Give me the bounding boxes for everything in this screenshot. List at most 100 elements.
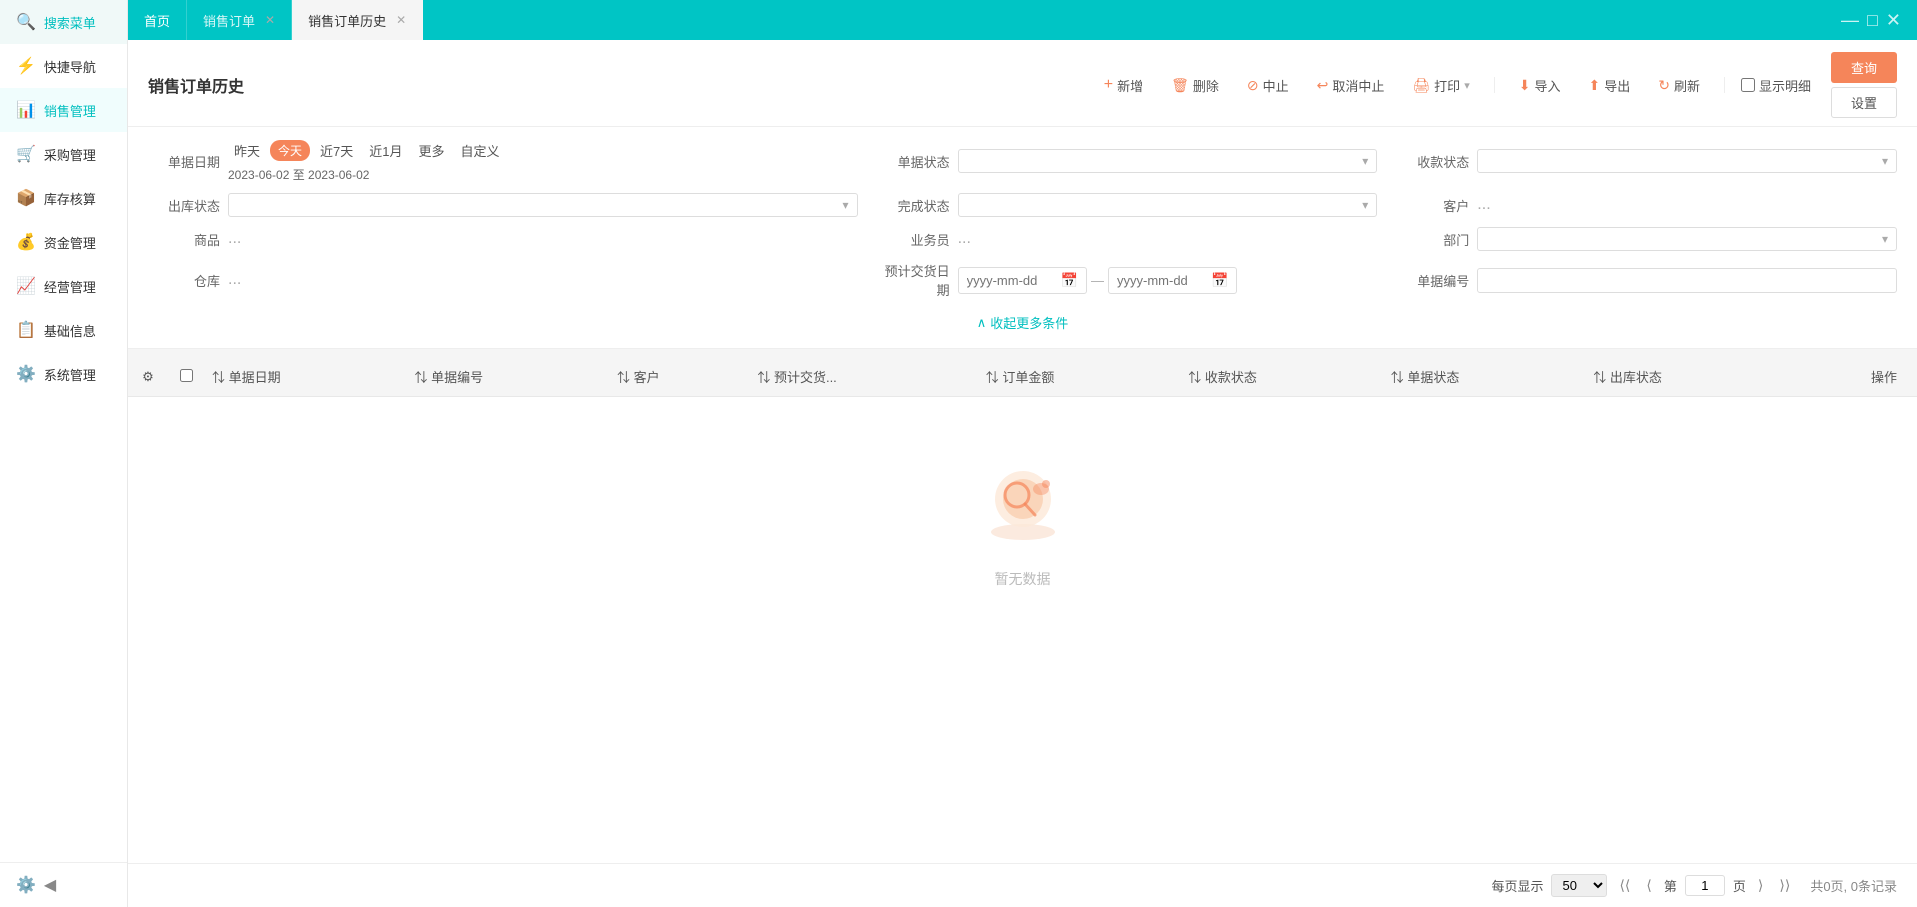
filter-row-4: 仓库 ... 预计交货日期 📅 — 📅 (148, 261, 1897, 299)
sidebar-item-operations[interactable]: 📈 经营管理 (0, 264, 127, 308)
sidebar-item-basic[interactable]: 📋 基础信息 (0, 308, 127, 352)
delete-button[interactable]: 🗑 删除 (1163, 72, 1227, 99)
page-number-input[interactable] (1685, 875, 1725, 896)
maximize-icon[interactable]: □ (1867, 10, 1878, 31)
customer-picker[interactable]: ... (1477, 196, 1490, 214)
query-button[interactable]: 查询 (1831, 52, 1897, 83)
main-area: 首页 销售订单 ✕ 销售订单历史 ✕ — □ ✕ 销售订单历史 + 新增 (128, 0, 1917, 907)
first-page-btn[interactable]: ⟨⟨ (1615, 875, 1634, 896)
data-table: ⚙ ⇅ 单据日期 ⇅ 单据编号 ⇅ 客户 ⇅ 预计交货... ⇅ 订单金额 ⇅ … (128, 357, 1917, 397)
cal-end-icon[interactable]: 📅 (1211, 272, 1228, 289)
table-wrap: ⚙ ⇅ 单据日期 ⇅ 单据编号 ⇅ 客户 ⇅ 预计交货... ⇅ 订单金额 ⇅ … (128, 357, 1917, 863)
sidebar-item-inventory[interactable]: 📦 库存核算 (0, 176, 127, 220)
date-today[interactable]: 今天 (270, 140, 310, 161)
delivery-date-field: 📅 — 📅 (958, 267, 1378, 294)
sidebar-item-quicknav[interactable]: ⚡ 快捷导航 (0, 44, 127, 88)
th-delivery[interactable]: ⇅ 预计交货... (749, 357, 977, 397)
date-range-options: 昨天 今天 近7天 近1月 更多 自定义 (228, 139, 506, 162)
new-label: 新增 (1117, 76, 1143, 95)
settings-bottom-icon[interactable]: ⚙️ (16, 875, 36, 895)
new-icon: + (1104, 76, 1113, 94)
date-custom[interactable]: 自定义 (455, 139, 506, 162)
date-yesterday[interactable]: 昨天 (228, 139, 266, 162)
order-no-field (1477, 268, 1897, 293)
tab-history-close[interactable]: ✕ (396, 13, 406, 27)
th-delivery-sort: ⇅ (757, 370, 770, 385)
import-button[interactable]: ⬇ 导入 (1511, 72, 1569, 99)
cancel-stop-button[interactable]: ↩ 取消中止 (1309, 72, 1393, 99)
refresh-button[interactable]: ↻ 刷新 (1650, 72, 1708, 99)
system-icon: ⚙️ (16, 364, 36, 384)
sidebar-bottom: ⚙️ ◀ (0, 862, 127, 907)
sidebar-item-system[interactable]: ⚙️ 系统管理 (0, 352, 127, 396)
cancel-stop-label: 取消中止 (1332, 76, 1384, 95)
th-receipt-sort: ⇅ (1188, 370, 1201, 385)
sidebar-item-sales[interactable]: 📊 销售管理 (0, 88, 127, 132)
th-order-status[interactable]: ⇅ 单据状态 (1383, 357, 1586, 397)
th-checkbox[interactable] (168, 357, 204, 397)
date-more[interactable]: 更多 (413, 139, 451, 162)
sidebar-item-purchase[interactable]: 🛒 采购管理 (0, 132, 127, 176)
export-button[interactable]: ⬆ 导出 (1580, 72, 1638, 99)
date-7days[interactable]: 近7天 (314, 139, 359, 162)
set-button[interactable]: 设置 (1831, 87, 1897, 118)
prev-page-btn[interactable]: ⟨ (1642, 875, 1655, 896)
page-size-select[interactable]: 50 100 200 (1551, 874, 1607, 897)
complete-status-label: 完成状态 (878, 196, 958, 215)
complete-status-select[interactable]: ▾ (958, 193, 1378, 217)
th-customer[interactable]: ⇅ 客户 (609, 357, 749, 397)
receipt-status-select[interactable]: ▾ (1477, 149, 1897, 173)
th-stock-status[interactable]: ⇅ 出库状态 (1585, 357, 1788, 397)
delivery-start-input[interactable] (967, 273, 1057, 288)
collapse-row[interactable]: ∧ 收起更多条件 (148, 309, 1897, 336)
cal-start-icon[interactable]: 📅 (1061, 272, 1078, 289)
toolbar: + 新增 🗑 删除 ⊘ 中止 ↩ 取消中止 🖨 打印 (1096, 52, 1897, 118)
product-field: ... (228, 230, 858, 248)
collapse-sidebar-icon[interactable]: ◀ (44, 875, 56, 895)
sidebar-item-capital[interactable]: 💰 资金管理 (0, 220, 127, 264)
window-controls: — □ ✕ (1825, 10, 1917, 31)
stop-button[interactable]: ⊘ 中止 (1239, 72, 1297, 99)
filter-row-2: 出库状态 ▾ 完成状态 ▾ 客户 ... (148, 193, 1897, 217)
sidebar-item-label: 库存核算 (44, 189, 96, 208)
new-button[interactable]: + 新增 (1096, 72, 1151, 99)
empty-illustration (973, 457, 1073, 557)
delivery-end-input[interactable] (1117, 273, 1207, 288)
date-1month[interactable]: 近1月 (363, 139, 408, 162)
empty-area: 暂无数据 (128, 397, 1917, 649)
th-no[interactable]: ⇅ 单据编号 (407, 357, 610, 397)
th-amount[interactable]: ⇅ 订单金额 (978, 357, 1181, 397)
product-picker[interactable]: ... (228, 230, 241, 248)
order-no-input[interactable] (1477, 268, 1897, 293)
order-status-select[interactable]: ▾ (958, 149, 1378, 173)
tab-sales-order[interactable]: 销售订单 ✕ (187, 0, 292, 40)
display-detail-toggle[interactable]: 显示明细 (1741, 76, 1811, 95)
print-button[interactable]: 🖨 打印 ▾ (1404, 72, 1477, 99)
import-label: 导入 (1534, 76, 1560, 95)
th-date[interactable]: ⇅ 单据日期 (204, 357, 407, 397)
select-all-checkbox[interactable] (180, 369, 193, 382)
salesperson-picker[interactable]: ... (958, 230, 971, 248)
th-receipt-status[interactable]: ⇅ 收款状态 (1180, 357, 1383, 397)
tab-home[interactable]: 首页 (128, 0, 187, 40)
page-title: 销售订单历史 (148, 73, 244, 97)
minimize-icon[interactable]: — (1841, 10, 1859, 31)
page-suffix: 页 (1733, 876, 1746, 895)
th-settings[interactable]: ⚙ (128, 357, 168, 397)
warehouse-picker[interactable]: ... (228, 271, 241, 289)
tab-sales-order-history[interactable]: 销售订单历史 ✕ (292, 0, 423, 40)
complete-status-chevron: ▾ (1362, 198, 1368, 212)
th-stock-sort: ⇅ (1593, 370, 1606, 385)
tab-sales-order-close[interactable]: ✕ (265, 13, 275, 27)
department-select[interactable]: ▾ (1477, 227, 1897, 251)
capital-icon: 💰 (16, 232, 36, 252)
display-detail-checkbox[interactable] (1741, 78, 1755, 92)
stock-out-label: 出库状态 (148, 196, 228, 215)
sidebar-item-label: 销售管理 (44, 101, 96, 120)
next-page-btn[interactable]: ⟩ (1754, 875, 1767, 896)
topbar: 首页 销售订单 ✕ 销售订单历史 ✕ — □ ✕ (128, 0, 1917, 40)
stock-out-select[interactable]: ▾ (228, 193, 858, 217)
sidebar-item-search[interactable]: 🔍 搜索菜单 (0, 0, 127, 44)
close-icon[interactable]: ✕ (1886, 10, 1901, 31)
last-page-btn[interactable]: ⟩⟩ (1775, 875, 1794, 896)
